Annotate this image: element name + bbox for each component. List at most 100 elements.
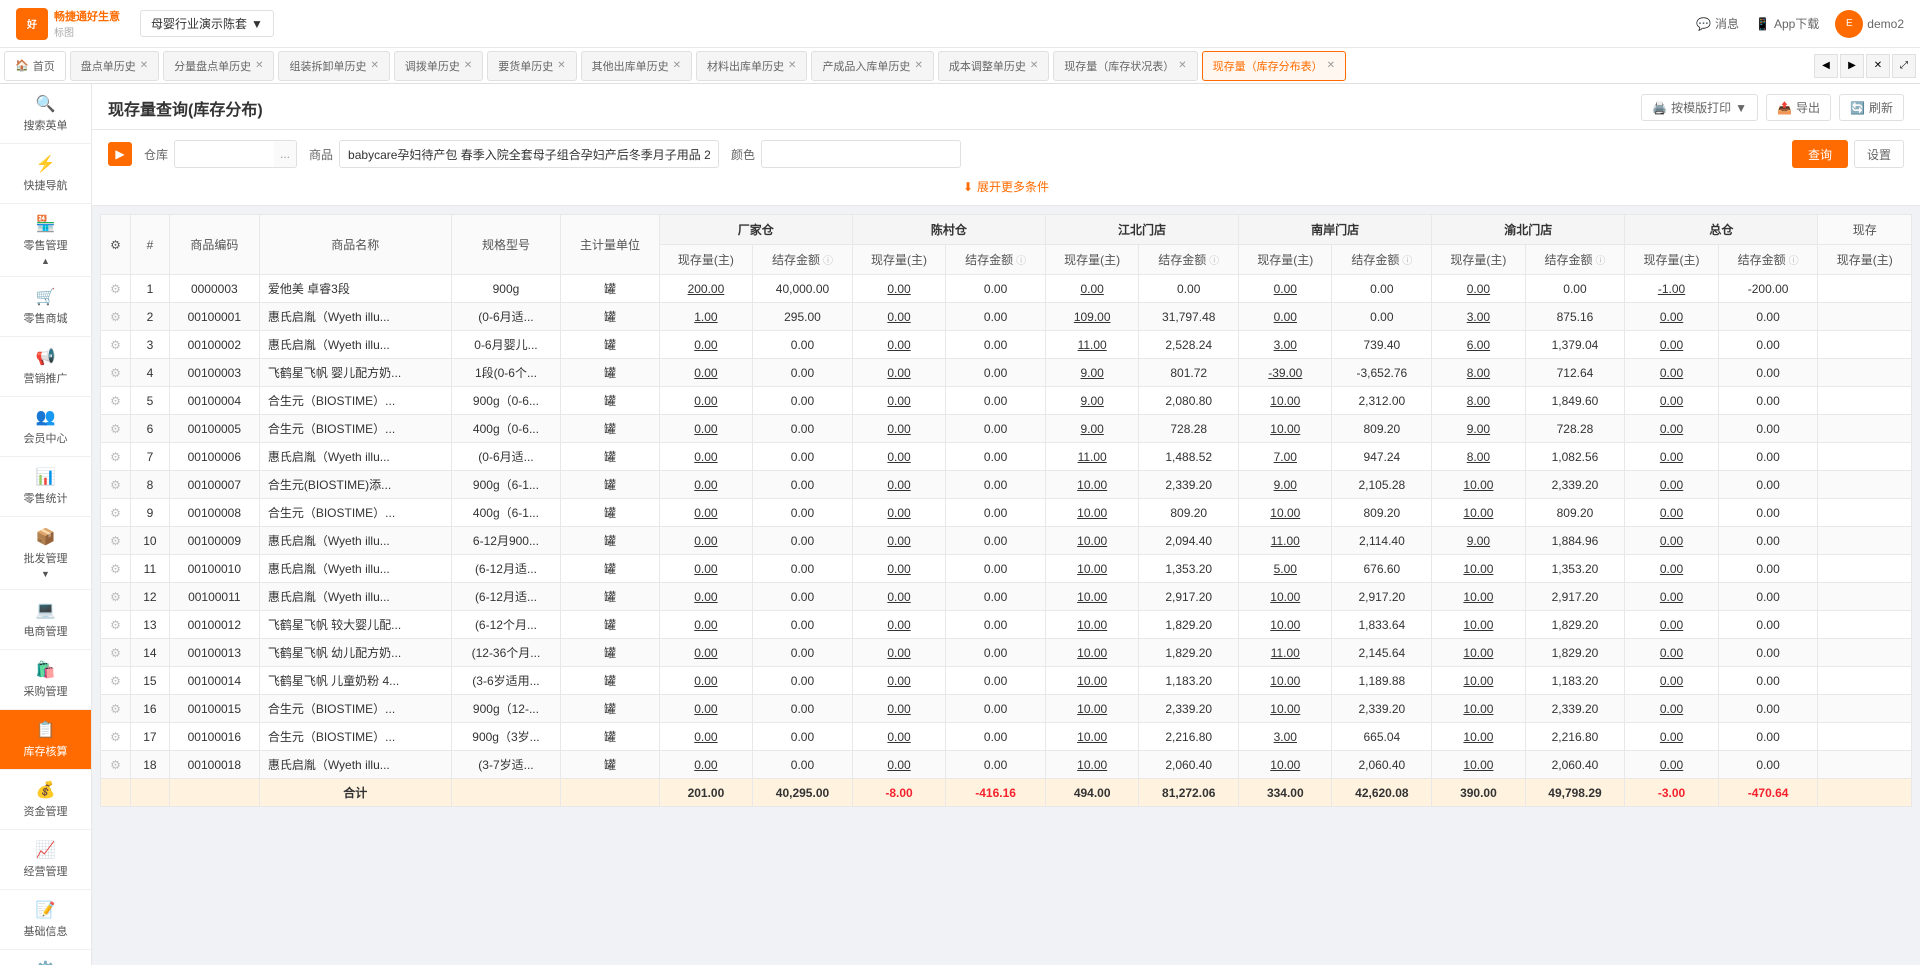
tab-expand-btn[interactable]: ⤢ [1892,54,1916,78]
cell-na-stock[interactable]: 3.00 [1239,331,1332,359]
cell-yb-stock[interactable]: 10.00 [1432,611,1525,639]
cell-jb-stock[interactable]: 0.00 [1045,275,1138,303]
cell-fk-stock[interactable]: 0.00 [659,723,752,751]
cell-cl-stock[interactable]: 0.00 [852,275,945,303]
sidebar-item-retail-stats[interactable]: 📊 零售统计 [0,457,91,517]
tab-home[interactable]: 🏠 首页 [4,51,66,81]
tab-stock-status[interactable]: 现存量（库存状况表） ✕ [1053,51,1197,81]
cell-fk-stock[interactable]: 0.00 [659,751,752,779]
cell-jb-stock[interactable]: 10.00 [1045,695,1138,723]
cell-na-stock[interactable]: 10.00 [1239,667,1332,695]
cell-jb-stock[interactable]: 10.00 [1045,723,1138,751]
cell-fk-stock[interactable]: 0.00 [659,443,752,471]
tab-other-out[interactable]: 其他出库单历史 ✕ [581,51,692,81]
cell-fk-stock[interactable]: 0.00 [659,331,752,359]
cell-na-stock[interactable]: 10.00 [1239,695,1332,723]
cell-total-stock[interactable]: 0.00 [1625,415,1718,443]
sidebar-item-system[interactable]: ⚙️ 系统管理 [0,950,91,965]
cell-jb-stock[interactable]: 9.00 [1045,387,1138,415]
cell-cl-stock[interactable]: 0.00 [852,331,945,359]
app-download-btn[interactable]: 📱 App下载 [1755,15,1819,32]
sidebar-item-ops[interactable]: 📈 经营管理 [0,830,91,890]
tab-product-in[interactable]: 产成品入库单历史 ✕ [811,51,933,81]
cell-total-stock[interactable]: 0.00 [1625,527,1718,555]
cell-total-stock[interactable]: 0.00 [1625,359,1718,387]
tab-close-all-btn[interactable]: ✕ [1866,54,1890,78]
cell-fk-stock[interactable]: 0.00 [659,415,752,443]
cell-total-stock[interactable]: 0.00 [1625,555,1718,583]
cell-yb-stock[interactable]: 0.00 [1432,275,1525,303]
color-input[interactable] [761,140,961,168]
cell-total-stock[interactable]: 0.00 [1625,639,1718,667]
cell-total-stock[interactable]: 0.00 [1625,695,1718,723]
cell-jb-stock[interactable]: 10.00 [1045,667,1138,695]
cell-yb-stock[interactable]: 10.00 [1432,583,1525,611]
cell-cl-stock[interactable]: 0.00 [852,387,945,415]
cell-fk-stock[interactable]: 0.00 [659,527,752,555]
cell-fk-stock[interactable]: 0.00 [659,667,752,695]
cell-cl-stock[interactable]: 0.00 [852,751,945,779]
cell-cl-stock[interactable]: 0.00 [852,443,945,471]
cell-fk-stock[interactable]: 0.00 [659,499,752,527]
cell-cl-stock[interactable]: 0.00 [852,499,945,527]
cell-cl-stock[interactable]: 0.00 [852,527,945,555]
cell-yb-stock[interactable]: 10.00 [1432,471,1525,499]
cell-yb-stock[interactable]: 9.00 [1432,527,1525,555]
tab-next-btn[interactable]: ▶ [1840,54,1864,78]
tab-material-out[interactable]: 材料出库单历史 ✕ [696,51,807,81]
cell-fk-stock[interactable]: 1.00 [659,303,752,331]
cell-na-stock[interactable]: 0.00 [1239,303,1332,331]
cell-na-stock[interactable]: 11.00 [1239,639,1332,667]
cell-jb-stock[interactable]: 10.00 [1045,583,1138,611]
tab-inventory2[interactable]: 分量盘点单历史 ✕ [163,51,274,81]
tab-prev-btn[interactable]: ◀ [1814,54,1838,78]
close-icon[interactable]: ✕ [370,60,378,71]
cell-total-stock[interactable]: 0.00 [1625,667,1718,695]
close-icon[interactable]: ✕ [464,60,472,71]
cell-yb-stock[interactable]: 8.00 [1432,359,1525,387]
cell-cl-stock[interactable]: 0.00 [852,639,945,667]
cell-fk-stock[interactable]: 0.00 [659,639,752,667]
cell-jb-stock[interactable]: 10.00 [1045,527,1138,555]
export-btn[interactable]: 📤 导出 [1766,94,1831,121]
cell-yb-stock[interactable]: 10.00 [1432,667,1525,695]
cell-cl-stock[interactable]: 0.00 [852,695,945,723]
cell-na-stock[interactable]: 10.00 [1239,751,1332,779]
sidebar-item-marketing[interactable]: 📢 营销推广 [0,337,91,397]
close-icon[interactable]: ✕ [914,60,922,71]
cell-total-stock[interactable]: 0.00 [1625,499,1718,527]
close-icon[interactable]: ✕ [1030,60,1038,71]
cell-na-stock[interactable]: 10.00 [1239,583,1332,611]
sidebar-item-search[interactable]: 🔍 搜索英单 [0,84,91,144]
cell-fk-stock[interactable]: 0.00 [659,387,752,415]
cell-total-stock[interactable]: 0.00 [1625,611,1718,639]
cell-jb-stock[interactable]: 109.00 [1045,303,1138,331]
cell-cl-stock[interactable]: 0.00 [852,359,945,387]
cell-cl-stock[interactable]: 0.00 [852,415,945,443]
cell-cl-stock[interactable]: 0.00 [852,723,945,751]
cell-total-stock[interactable]: 0.00 [1625,303,1718,331]
cell-total-stock[interactable]: 0.00 [1625,723,1718,751]
sidebar-item-ecommerce[interactable]: 💻 电商管理 [0,590,91,650]
sidebar-item-retail[interactable]: 🏪 零售管理 ▲ [0,204,91,277]
cell-na-stock[interactable]: 10.00 [1239,387,1332,415]
cell-yb-stock[interactable]: 8.00 [1432,443,1525,471]
sidebar-item-wholesale[interactable]: 📦 批发管理 ▼ [0,517,91,590]
tab-assembly[interactable]: 组装拆卸单历史 ✕ [278,51,389,81]
cell-jb-stock[interactable]: 10.00 [1045,471,1138,499]
tab-stock-dist[interactable]: 现存量（库存分布表） ✕ [1202,51,1346,81]
cell-yb-stock[interactable]: 10.00 [1432,639,1525,667]
cell-jb-stock[interactable]: 9.00 [1045,415,1138,443]
cell-jb-stock[interactable]: 10.00 [1045,751,1138,779]
tab-requisition[interactable]: 要货单历史 ✕ [487,51,576,81]
close-icon[interactable]: ✕ [1327,60,1335,71]
warehouse-input[interactable] [174,140,274,168]
collapse-filter-btn[interactable]: ▶ [108,142,132,166]
cell-total-stock[interactable]: 0.00 [1625,331,1718,359]
cell-yb-stock[interactable]: 10.00 [1432,723,1525,751]
close-icon[interactable]: ✕ [788,60,796,71]
cell-total-stock[interactable]: 0.00 [1625,583,1718,611]
close-icon[interactable]: ✕ [673,60,681,71]
tab-inventory[interactable]: 盘点单历史 ✕ [70,51,159,81]
cell-jb-stock[interactable]: 10.00 [1045,555,1138,583]
